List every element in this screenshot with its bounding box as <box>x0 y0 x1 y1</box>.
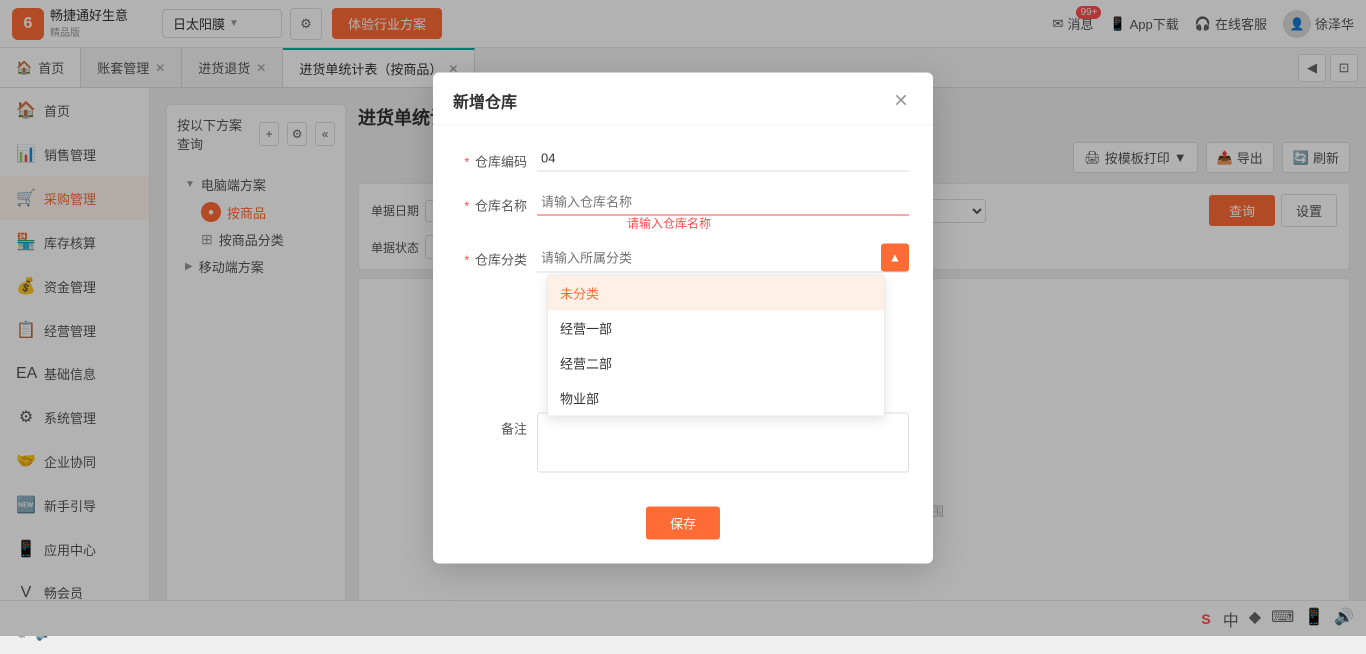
name-input[interactable] <box>537 190 909 216</box>
code-field-row: * 仓库编码 <box>457 146 909 172</box>
note-label: 备注 <box>457 413 537 438</box>
dropdown-item-uncategorized[interactable]: 未分类 <box>548 276 884 311</box>
dialog-footer: 保存 <box>433 491 933 540</box>
new-warehouse-dialog: 新增仓库 ✕ * 仓库编码 * 仓库名称 请输入仓库名称 * <box>433 73 933 564</box>
category-dropdown-list: 未分类 经营一部 经营二部 物业部 <box>547 275 885 417</box>
name-error-text: 请输入仓库名称 <box>627 215 711 232</box>
category-label: * 仓库分类 <box>457 244 537 269</box>
save-button[interactable]: 保存 <box>646 507 720 540</box>
category-input[interactable] <box>537 245 881 270</box>
code-input[interactable] <box>537 146 909 172</box>
code-label: * 仓库编码 <box>457 146 537 171</box>
dialog-close-button[interactable]: ✕ <box>889 89 913 113</box>
category-input-wrapper: ▲ <box>537 244 909 273</box>
dialog-title: 新增仓库 <box>453 89 517 113</box>
dropdown-item-dept3[interactable]: 物业部 <box>548 381 884 416</box>
note-field-row: 备注 <box>457 413 909 473</box>
name-field-row: * 仓库名称 请输入仓库名称 <box>457 190 909 216</box>
category-dropdown-toggle[interactable]: ▲ <box>881 244 909 272</box>
name-label: * 仓库名称 <box>457 190 537 215</box>
dialog-body: * 仓库编码 * 仓库名称 请输入仓库名称 * 仓库分类 ▲ <box>433 126 933 473</box>
note-textarea[interactable] <box>537 413 909 473</box>
category-field-row: * 仓库分类 ▲ 未分类 经营一部 经营二部 物业部 <box>457 244 909 273</box>
dialog-header: 新增仓库 ✕ <box>433 73 933 126</box>
dropdown-item-dept2[interactable]: 经营二部 <box>548 346 884 381</box>
dropdown-item-dept1[interactable]: 经营一部 <box>548 311 884 346</box>
